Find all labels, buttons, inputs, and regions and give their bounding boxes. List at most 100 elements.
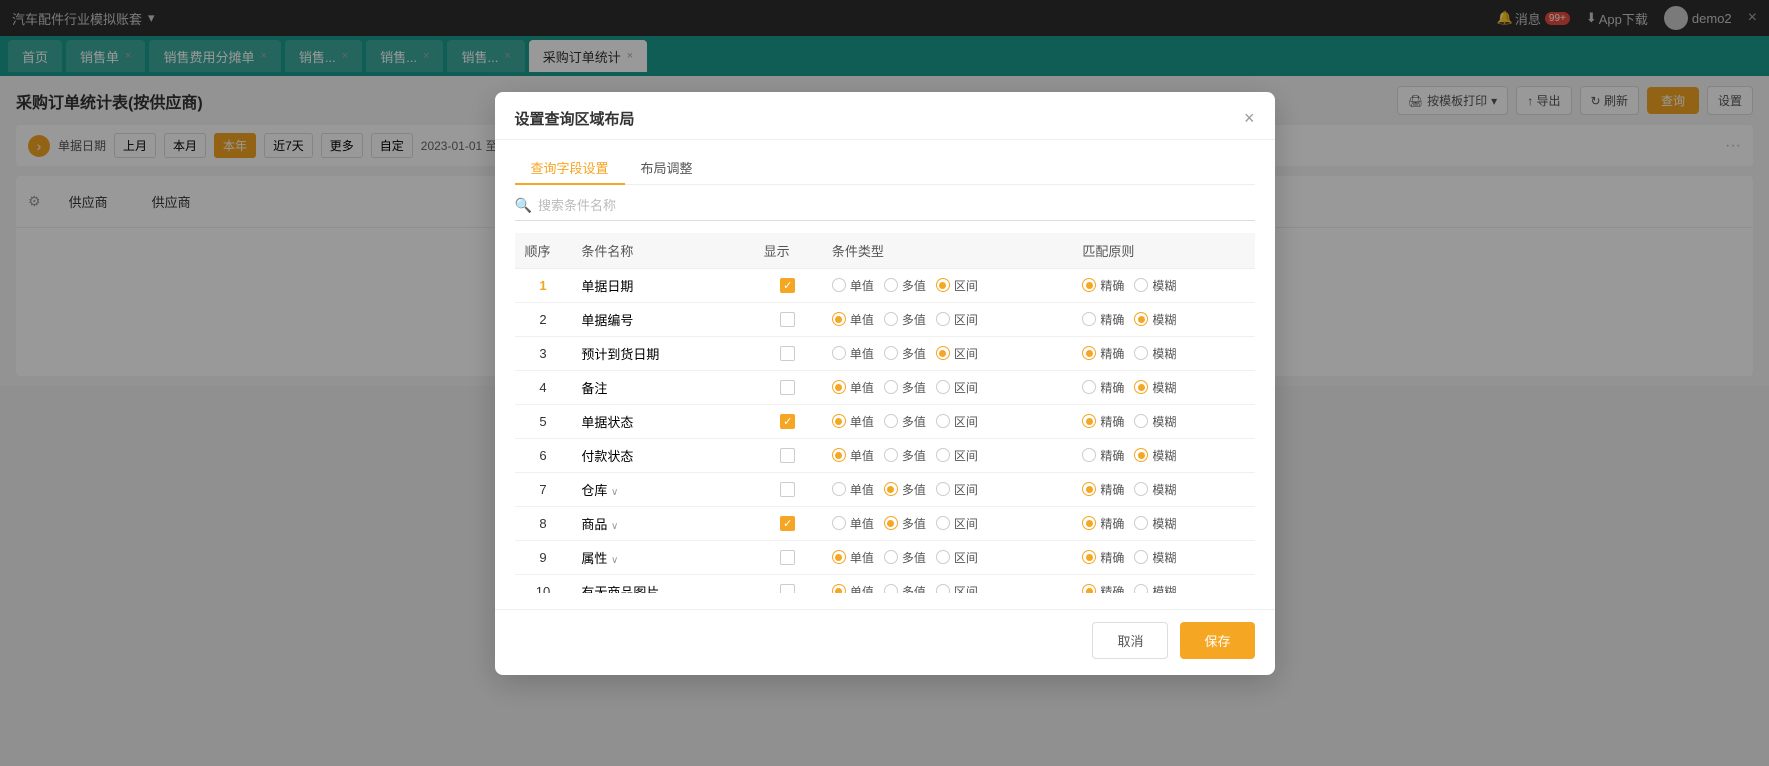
radio-label: 精确 bbox=[1100, 277, 1124, 294]
type-radio-单值[interactable]: 单值 bbox=[832, 277, 874, 294]
type-radio-单值[interactable]: 单值 bbox=[832, 345, 874, 362]
display-checkbox[interactable] bbox=[780, 380, 795, 395]
type-radio-区间[interactable]: 区间 bbox=[936, 549, 978, 566]
row-type-cell: 单值多值区间 bbox=[822, 438, 1072, 472]
match-radio-精确[interactable]: 精确 bbox=[1082, 447, 1124, 464]
cancel-button[interactable]: 取消 bbox=[1092, 622, 1168, 659]
match-radio-模糊[interactable]: 模糊 bbox=[1134, 515, 1176, 532]
type-radio-区间[interactable]: 区间 bbox=[936, 379, 978, 396]
radio-indicator bbox=[1082, 414, 1096, 428]
type-radio-单值[interactable]: 单值 bbox=[832, 515, 874, 532]
radio-label: 单值 bbox=[850, 583, 874, 593]
tab-layout-adjust[interactable]: 布局调整 bbox=[625, 152, 709, 185]
display-checkbox[interactable] bbox=[780, 278, 795, 293]
type-radio-多值[interactable]: 多值 bbox=[884, 481, 926, 498]
match-radio-精确[interactable]: 精确 bbox=[1082, 311, 1124, 328]
type-radio-多值[interactable]: 多值 bbox=[884, 379, 926, 396]
match-radio-模糊[interactable]: 模糊 bbox=[1134, 549, 1176, 566]
row-seq: 8 bbox=[515, 506, 572, 540]
radio-label: 多值 bbox=[902, 515, 926, 532]
type-radio-区间[interactable]: 区间 bbox=[936, 345, 978, 362]
radio-label: 模糊 bbox=[1152, 549, 1176, 566]
type-radio-区间[interactable]: 区间 bbox=[936, 481, 978, 498]
tab-query-fields[interactable]: 查询字段设置 bbox=[515, 152, 625, 185]
type-radio-区间[interactable]: 区间 bbox=[936, 277, 978, 294]
radio-indicator bbox=[936, 278, 950, 292]
type-radio-多值[interactable]: 多值 bbox=[884, 549, 926, 566]
match-radio-精确[interactable]: 精确 bbox=[1082, 413, 1124, 430]
table-row: 6付款状态单值多值区间精确模糊 bbox=[515, 438, 1255, 472]
match-radio-模糊[interactable]: 模糊 bbox=[1134, 583, 1176, 593]
match-radio-精确[interactable]: 精确 bbox=[1082, 515, 1124, 532]
match-radio-精确[interactable]: 精确 bbox=[1082, 549, 1124, 566]
row-checkbox-cell bbox=[754, 268, 822, 302]
match-radio-模糊[interactable]: 模糊 bbox=[1134, 379, 1176, 396]
type-radio-多值[interactable]: 多值 bbox=[884, 311, 926, 328]
radio-indicator bbox=[884, 278, 898, 292]
type-radio-单值[interactable]: 单值 bbox=[832, 447, 874, 464]
match-radio-模糊[interactable]: 模糊 bbox=[1134, 413, 1176, 430]
display-checkbox[interactable] bbox=[780, 448, 795, 463]
radio-label: 精确 bbox=[1100, 583, 1124, 593]
type-radio-多值[interactable]: 多值 bbox=[884, 583, 926, 593]
type-radio-区间[interactable]: 区间 bbox=[936, 515, 978, 532]
type-radio-区间[interactable]: 区间 bbox=[936, 583, 978, 593]
match-radio-模糊[interactable]: 模糊 bbox=[1134, 311, 1176, 328]
save-button[interactable]: 保存 bbox=[1180, 622, 1254, 659]
match-radio-精确[interactable]: 精确 bbox=[1082, 583, 1124, 593]
radio-indicator bbox=[936, 482, 950, 496]
type-radio-多值[interactable]: 多值 bbox=[884, 515, 926, 532]
type-radio-多值[interactable]: 多值 bbox=[884, 447, 926, 464]
row-name: 商品 ∨ bbox=[571, 506, 753, 540]
th-type: 条件类型 bbox=[822, 233, 1072, 269]
type-radio-区间[interactable]: 区间 bbox=[936, 311, 978, 328]
display-checkbox[interactable] bbox=[780, 550, 795, 565]
type-radio-单值[interactable]: 单值 bbox=[832, 583, 874, 593]
display-checkbox[interactable] bbox=[780, 346, 795, 361]
match-radio-模糊[interactable]: 模糊 bbox=[1134, 277, 1176, 294]
match-radio-模糊[interactable]: 模糊 bbox=[1134, 345, 1176, 362]
match-radio-精确[interactable]: 精确 bbox=[1082, 277, 1124, 294]
table-row: 9属性 ∨单值多值区间精确模糊 bbox=[515, 540, 1255, 574]
type-radio-单值[interactable]: 单值 bbox=[832, 481, 874, 498]
type-radio-多值[interactable]: 多值 bbox=[884, 413, 926, 430]
th-name: 条件名称 bbox=[571, 233, 753, 269]
radio-label: 区间 bbox=[954, 379, 978, 396]
match-radio-精确[interactable]: 精确 bbox=[1082, 345, 1124, 362]
radio-label: 区间 bbox=[954, 345, 978, 362]
radio-label: 模糊 bbox=[1152, 447, 1176, 464]
radio-indicator bbox=[936, 584, 950, 593]
match-radio-精确[interactable]: 精确 bbox=[1082, 481, 1124, 498]
type-radio-单值[interactable]: 单值 bbox=[832, 311, 874, 328]
type-radio-区间[interactable]: 区间 bbox=[936, 413, 978, 430]
match-radio-精确[interactable]: 精确 bbox=[1082, 379, 1124, 396]
row-name: 单据状态 bbox=[571, 404, 753, 438]
display-checkbox[interactable] bbox=[780, 584, 795, 593]
type-radio-单值[interactable]: 单值 bbox=[832, 379, 874, 396]
dialog-close-button[interactable]: × bbox=[1244, 109, 1255, 127]
radio-indicator bbox=[1082, 482, 1096, 496]
display-checkbox[interactable] bbox=[780, 482, 795, 497]
type-radio-多值[interactable]: 多值 bbox=[884, 277, 926, 294]
display-checkbox[interactable] bbox=[780, 414, 795, 429]
display-checkbox[interactable] bbox=[780, 312, 795, 327]
type-radio-单值[interactable]: 单值 bbox=[832, 413, 874, 430]
radio-indicator bbox=[1134, 312, 1148, 326]
row-type-cell: 单值多值 区间 bbox=[822, 370, 1072, 404]
row-type-cell: 单值多值 区间 bbox=[822, 336, 1072, 370]
type-radio-区间[interactable]: 区间 bbox=[936, 447, 978, 464]
match-radio-模糊[interactable]: 模糊 bbox=[1134, 481, 1176, 498]
type-radio-多值[interactable]: 多值 bbox=[884, 345, 926, 362]
row-type-cell: 单值多值区间 bbox=[822, 268, 1072, 302]
dialog-body: 查询字段设置 布局调整 🔍 顺序 条件名称 显示 bbox=[495, 140, 1275, 609]
type-radio-单值[interactable]: 单值 bbox=[832, 549, 874, 566]
search-input[interactable] bbox=[538, 198, 738, 213]
table-row: 10有无商品图片单值多值区间精确模糊 bbox=[515, 574, 1255, 593]
radio-label: 模糊 bbox=[1152, 583, 1176, 593]
row-type-cell: 单值多值区间 bbox=[822, 302, 1072, 336]
th-match: 匹配原则 bbox=[1072, 233, 1254, 269]
display-checkbox[interactable] bbox=[780, 516, 795, 531]
radio-indicator bbox=[1134, 584, 1148, 593]
table-row: 8商品 ∨ 单值 多值区间 精确模糊 bbox=[515, 506, 1255, 540]
match-radio-模糊[interactable]: 模糊 bbox=[1134, 447, 1176, 464]
